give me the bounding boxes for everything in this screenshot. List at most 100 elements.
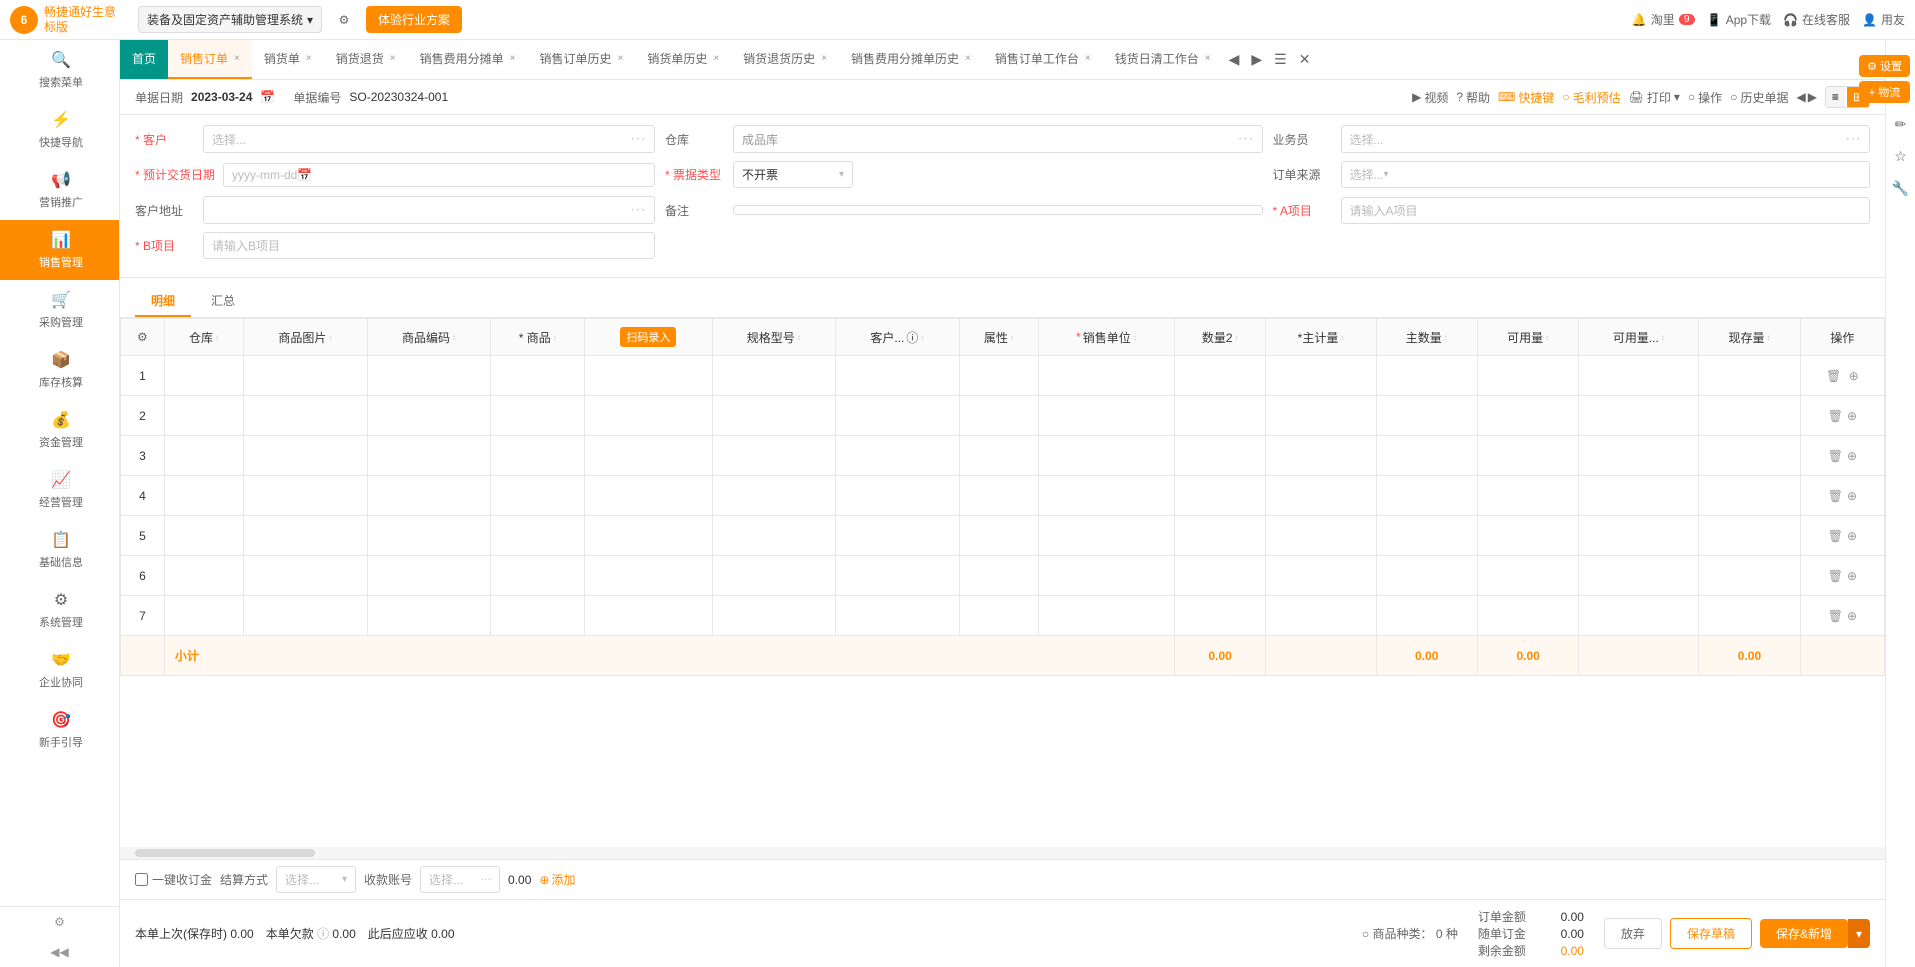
copy-row-icon[interactable]: ⊕ [1847, 449, 1857, 463]
sidebar-item-marketing[interactable]: 📢 营销推广 [0, 160, 119, 220]
address-expand-icon[interactable]: ··· [630, 201, 646, 219]
sort-attribute-icon[interactable]: ↕ [1010, 333, 1014, 342]
address-input[interactable]: ··· [203, 196, 655, 224]
close-tab-icon[interactable]: × [821, 53, 827, 64]
tab-sales-order-history[interactable]: 销售订单历史 × [527, 40, 635, 79]
row-qty2[interactable] [1174, 356, 1266, 396]
close-tab-icon[interactable]: × [306, 53, 312, 64]
salesperson-input[interactable]: 选择... ··· [1341, 125, 1871, 153]
delivery-date-calendar-icon[interactable]: 📅 [297, 168, 312, 182]
tab-sales-order[interactable]: 销售订单 × [168, 40, 252, 79]
right-sidebar-icon-5[interactable]: 🔧 [1889, 176, 1913, 200]
row-attribute[interactable] [959, 356, 1038, 396]
copy-row-icon[interactable]: ⊕ [1847, 409, 1857, 423]
sidebar-item-sales[interactable]: 📊 销售管理 [0, 220, 119, 280]
sort-currentstock-icon[interactable]: ↕ [1766, 333, 1770, 342]
sidebar-settings-btn[interactable]: ⚙ [0, 907, 119, 937]
help-btn[interactable]: ? 帮助 [1456, 89, 1490, 106]
discard-button[interactable]: 放弃 [1604, 918, 1662, 949]
list-view-icon[interactable]: ≡ [1826, 87, 1845, 107]
remarks-input[interactable] [733, 205, 1263, 215]
app-download-item[interactable]: 📱 App下载 [1707, 11, 1771, 28]
row-warehouse[interactable] [164, 356, 243, 396]
delete-row-icon[interactable]: 🗑 [1826, 369, 1841, 383]
tab-return-history[interactable]: 销货退货历史 × [731, 40, 839, 79]
settings-side-btn[interactable]: ⚙ 设置 [1859, 55, 1885, 77]
row-current-stock[interactable] [1699, 356, 1800, 396]
history-btn[interactable]: ○ 历史单据 [1730, 89, 1788, 106]
sort-qty2-icon[interactable]: ↕ [1235, 333, 1239, 342]
delete-row-icon[interactable]: 🗑 [1828, 409, 1843, 423]
tab-close-all-btn[interactable]: ✕ [1293, 51, 1317, 68]
tab-expense-history[interactable]: 销售费用分摊单历史 × [839, 40, 983, 79]
delete-row-icon[interactable]: 🗑 [1828, 449, 1843, 463]
sidebar-item-system[interactable]: ⚙ 系统管理 [0, 580, 119, 640]
payment-method-select[interactable]: 选择... ▾ [276, 866, 356, 893]
close-tab-icon[interactable]: × [1205, 53, 1211, 64]
customer-code-info-icon[interactable]: ⓘ [906, 329, 918, 346]
tab-daily-clear[interactable]: 钱货日清工作台 × [1103, 40, 1223, 79]
one-click-checkout-label[interactable]: 一键收订金 [135, 871, 212, 888]
save-new-button[interactable]: 保存&新增 [1760, 919, 1848, 948]
sidebar-item-finance[interactable]: 💰 资金管理 [0, 400, 119, 460]
warehouse-expand-icon[interactable]: ··· [1238, 130, 1254, 148]
b-project-input[interactable]: 请输入B项目 [203, 232, 655, 259]
sidebar-item-guide[interactable]: 🎯 新手引导 [0, 700, 119, 760]
sort-product-icon[interactable]: ↕ [553, 333, 557, 342]
close-tab-icon[interactable]: × [234, 53, 240, 64]
copy-row-icon[interactable]: ⊕ [1847, 529, 1857, 543]
row-barcode[interactable] [585, 356, 712, 396]
sidebar-item-business[interactable]: 📈 经营管理 [0, 460, 119, 520]
sort-mainunit-icon[interactable]: ↕ [1340, 333, 1344, 342]
row-spec[interactable] [712, 356, 836, 396]
save-new-dropdown-btn[interactable]: ▾ [1848, 919, 1870, 948]
close-tab-icon[interactable]: × [965, 53, 971, 64]
delete-row-icon[interactable]: 🗑 [1828, 609, 1843, 623]
sort-available2-icon[interactable]: ↕ [1661, 333, 1665, 342]
copy-row-icon[interactable]: ⊕ [1849, 369, 1859, 383]
info-icon[interactable]: ⓘ [317, 927, 329, 941]
tab-sales-invoice[interactable]: 销货单 × [252, 40, 324, 79]
tab-home[interactable]: 首页 [120, 40, 168, 79]
copy-row-icon[interactable]: ⊕ [1847, 489, 1857, 503]
shortcut-btn[interactable]: ⌨ 快捷键 [1498, 89, 1554, 106]
sort-mainqty-icon[interactable]: ↕ [1444, 333, 1448, 342]
sort-spec-icon[interactable]: ↕ [797, 333, 801, 342]
delete-row-icon[interactable]: 🗑 [1828, 489, 1843, 503]
tab-workbench[interactable]: 销售订单工作台 × [983, 40, 1103, 79]
settings-icon[interactable]: ⚙ [330, 6, 358, 34]
tab-detail[interactable]: 明细 [135, 286, 191, 317]
goods-count-icon[interactable]: ○ [1362, 927, 1369, 941]
print-btn[interactable]: 🖨 打印 ▾ [1629, 89, 1680, 106]
row-available[interactable] [1477, 356, 1578, 396]
sort-available-icon[interactable]: ↕ [1545, 333, 1549, 342]
delete-row-icon[interactable]: 🗑 [1828, 569, 1843, 583]
row-customer-code[interactable] [836, 356, 960, 396]
row-code[interactable] [367, 356, 491, 396]
online-service-item[interactable]: 🎧 在线客服 [1783, 11, 1850, 28]
view-btn[interactable]: ▶ 视频 [1412, 89, 1448, 106]
nav-prev-icon[interactable]: ◀ [1796, 90, 1805, 104]
tab-prev-btn[interactable]: ◀ [1223, 51, 1246, 68]
salesperson-expand-icon[interactable]: ··· [1845, 130, 1861, 148]
horizontal-scrollbar[interactable] [135, 849, 1870, 857]
a-project-input[interactable]: 请输入A项目 [1341, 197, 1871, 224]
close-tab-icon[interactable]: × [617, 53, 623, 64]
order-source-input[interactable]: 选择... ▾ [1341, 161, 1871, 188]
row-image[interactable] [244, 356, 368, 396]
sidebar-item-purchase[interactable]: 🛒 采购管理 [0, 280, 119, 340]
col-gear[interactable]: ⚙ [121, 319, 165, 356]
scroll-thumb[interactable] [135, 849, 315, 857]
customer-expand-icon[interactable]: ··· [630, 130, 646, 148]
invoice-type-select[interactable]: 不开票 ▾ [733, 161, 853, 188]
right-sidebar-icon-3[interactable]: ✏ [1889, 112, 1913, 136]
close-tab-icon[interactable]: × [510, 53, 516, 64]
delivery-date-input[interactable]: yyyy-mm-dd 📅 [223, 163, 655, 187]
close-tab-icon[interactable]: × [713, 53, 719, 64]
tab-sales-expense[interactable]: 销售费用分摊单 × [408, 40, 528, 79]
sort-code-icon[interactable]: ↕ [452, 333, 456, 342]
copy-row-icon[interactable]: ⊕ [1847, 569, 1857, 583]
tab-menu-btn[interactable]: ☰ [1268, 51, 1293, 68]
tab-summary[interactable]: 汇总 [195, 286, 251, 317]
copy-row-icon[interactable]: ⊕ [1847, 609, 1857, 623]
